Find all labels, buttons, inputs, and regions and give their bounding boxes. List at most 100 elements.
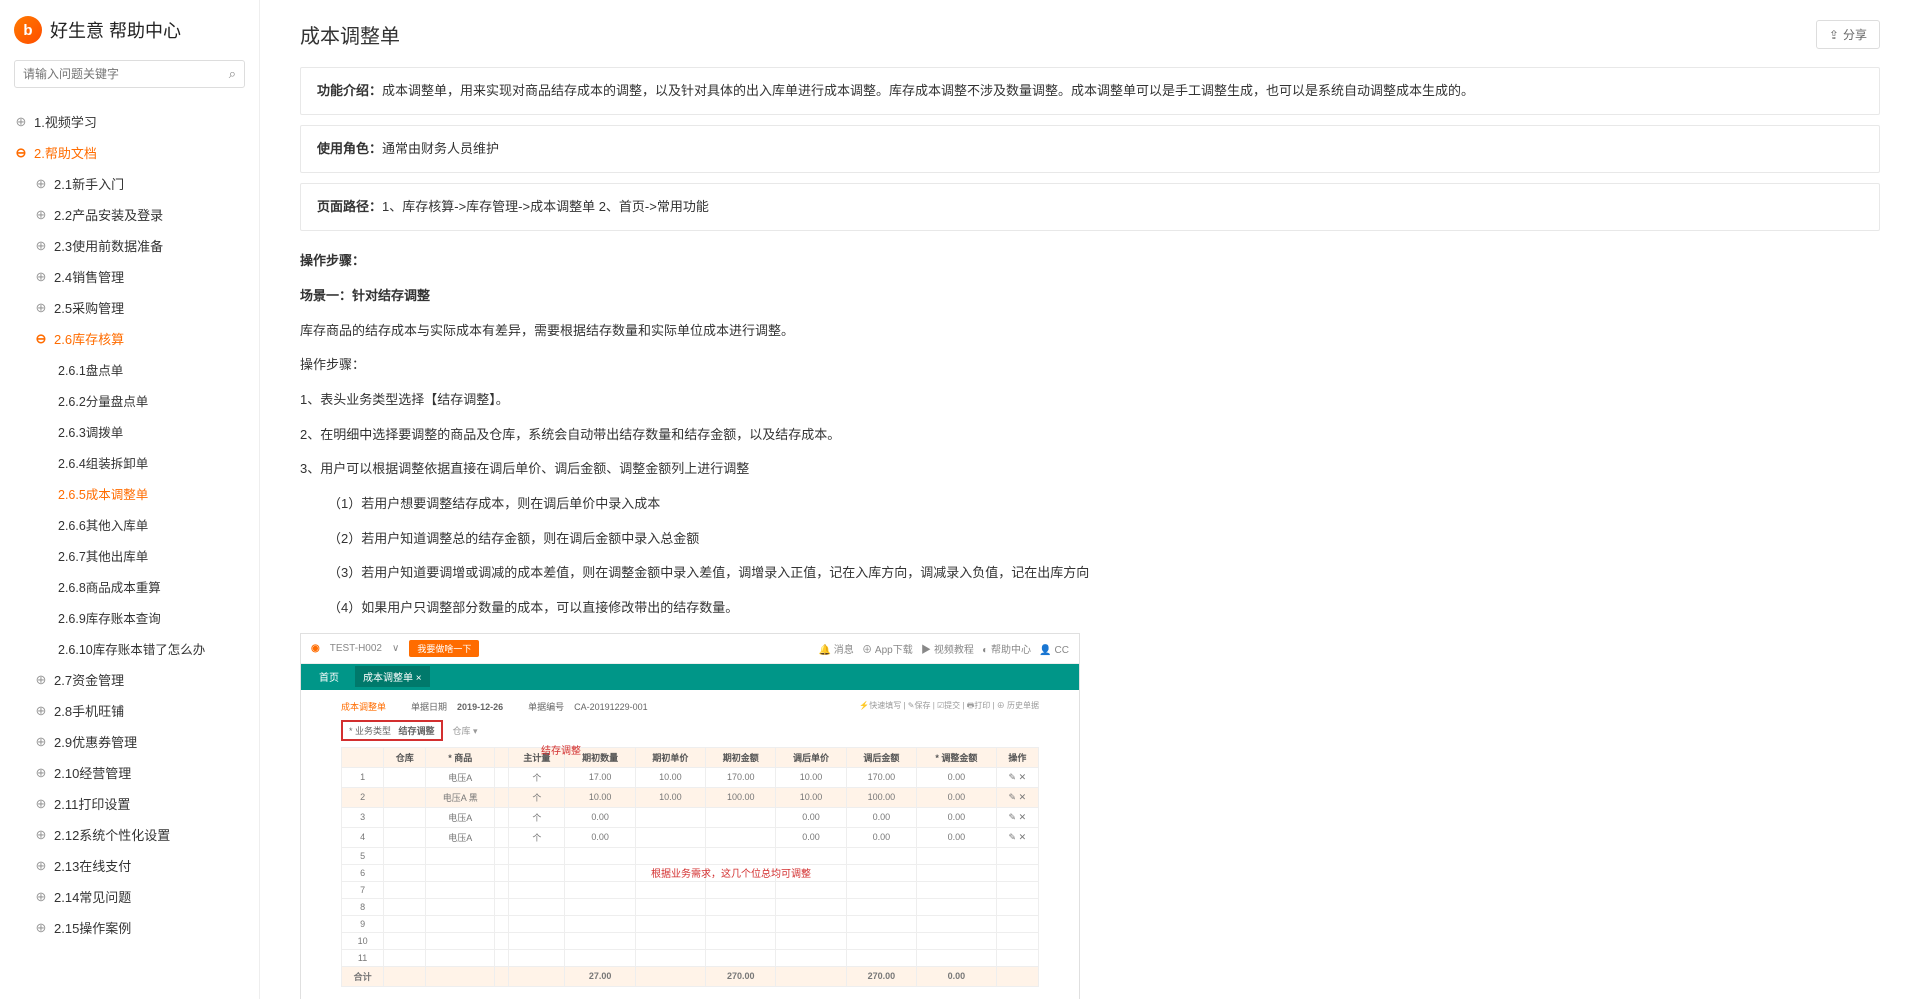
ss-topbar: ◉ TEST-H002 ∨ 我要做啥一下 🔔 消息 ⊕ App下载 ▶ 视频教程…: [301, 634, 1079, 664]
ss-code-val: CA-20191229-001: [574, 702, 648, 712]
nav-item-label: 1.视频学习: [34, 112, 97, 131]
nav-item[interactable]: ⊕2.1新手入门: [14, 168, 245, 199]
nav-item[interactable]: ⊕2.12系统个性化设置: [14, 819, 245, 850]
nav-item[interactable]: 2.6.6其他入库单: [14, 509, 245, 540]
expand-icon[interactable]: ⊕: [34, 673, 48, 687]
nav-item-label: 2.帮助文档: [34, 143, 97, 162]
nav-item[interactable]: ⊖2.6库存核算: [14, 323, 245, 354]
expand-icon[interactable]: ⊕: [34, 177, 48, 191]
nav-item[interactable]: ⊕ 2.14常见问题: [14, 881, 245, 912]
nav-item-label: 2.14常见问题: [54, 887, 131, 906]
step-3-2: （2）若用户知道调整总的结存金额，则在调后金额中录入总金额: [300, 527, 1880, 552]
nav-item[interactable]: ⊕ 2.13在线支付: [14, 850, 245, 881]
expand-icon[interactable]: ⊕: [34, 208, 48, 222]
expand-icon[interactable]: ⊕: [34, 301, 48, 315]
scene-heading: 场景一：针对结存调整: [300, 284, 1880, 309]
nav-item-label: 2.6.8商品成本重算: [58, 577, 161, 596]
step-3: 3、用户可以根据调整依据直接在调后单价、调后金额、调整金额列上进行调整: [300, 457, 1880, 482]
expand-icon[interactable]: ⊕: [34, 859, 48, 873]
collapse-icon[interactable]: ⊖: [14, 146, 28, 160]
nav-item-label: 2.9优惠券管理: [54, 732, 137, 751]
role-box: 使用角色：通常由财务人员维护: [300, 125, 1880, 173]
expand-icon[interactable]: ⊕: [34, 890, 48, 904]
intro-box: 功能介绍：成本调整单，用来实现对商品结存成本的调整，以及针对具体的出入库单进行成…: [300, 67, 1880, 115]
nav-tree: ⊕1.视频学习⊖2.帮助文档⊕2.1新手入门⊕2.2产品安装及登录⊕2.3使用前…: [14, 106, 245, 943]
ss-doc-title: 成本调整单: [341, 700, 386, 713]
nav-item[interactable]: ⊖ 2.帮助文档: [14, 137, 245, 168]
role-text: 通常由财务人员维护: [382, 141, 499, 156]
logo: b 好生意 帮助中心: [14, 16, 245, 44]
nav-item-label: 2.10经营管理: [54, 763, 131, 782]
nav-item[interactable]: 2.6.9库存账本查询: [14, 602, 245, 633]
nav-item-label: 2.6.2分量盘点单: [58, 391, 148, 410]
intro-label: 功能介绍：: [317, 83, 382, 98]
ss-tabs: 首页 成本调整单 ×: [301, 664, 1079, 690]
step-1: 1、表头业务类型选择【结存调整】。: [300, 388, 1880, 413]
share-label: 分享: [1843, 26, 1867, 43]
expand-icon[interactable]: ⊕: [34, 766, 48, 780]
nav-item-label: 2.3使用前数据准备: [54, 236, 163, 255]
nav-item-label: 2.2产品安装及登录: [54, 205, 163, 224]
expand-icon[interactable]: ⊕: [14, 115, 28, 129]
step-2: 2、在明细中选择要调整的商品及仓库，系统会自动带出结存数量和结存金额，以及结存成…: [300, 423, 1880, 448]
ops-label: 操作步骤：: [300, 353, 1880, 378]
nav-item[interactable]: 2.6.2分量盘点单: [14, 385, 245, 416]
collapse-icon[interactable]: ⊖: [34, 332, 48, 346]
ss-body: 成本调整单 单据日期 2019-12-26 单据编号 CA-20191229-0…: [301, 690, 1079, 999]
nav-item[interactable]: ⊕ 1.视频学习: [14, 106, 245, 137]
scene-desc: 库存商品的结存成本与实际成本有差异，需要根据结存数量和实际单位成本进行调整。: [300, 319, 1880, 344]
search-box[interactable]: ⌕: [14, 60, 245, 88]
path-label: 页面路径：: [317, 199, 382, 214]
ss-date-label: 单据日期: [411, 700, 447, 713]
nav-item[interactable]: 2.6.3调拨单: [14, 416, 245, 447]
nav-item[interactable]: 2.6.5成本调整单: [14, 478, 245, 509]
ss-company: TEST-H002: [330, 643, 382, 654]
role-label: 使用角色：: [317, 141, 382, 156]
ss-tab-doc: 成本调整单 ×: [355, 666, 430, 687]
search-icon[interactable]: ⌕: [229, 66, 236, 82]
expand-icon[interactable]: ⊕: [34, 735, 48, 749]
ss-code-label: 单据编号: [528, 700, 564, 713]
nav-item[interactable]: 2.6.4组装拆卸单: [14, 447, 245, 478]
nav-item[interactable]: ⊕ 2.10经营管理: [14, 757, 245, 788]
nav-item[interactable]: ⊕2.5采购管理: [14, 292, 245, 323]
nav-item-label: 2.6.9库存账本查询: [58, 608, 161, 627]
path-text: 1、库存核算->库存管理->成本调整单 2、首页->常用功能: [382, 199, 709, 214]
expand-icon[interactable]: ⊕: [34, 921, 48, 935]
nav-item[interactable]: ⊕ 2.9优惠券管理: [14, 726, 245, 757]
nav-item-label: 2.13在线支付: [54, 856, 131, 875]
content-section: 操作步骤： 场景一：针对结存调整 库存商品的结存成本与实际成本有差异，需要根据结…: [300, 249, 1880, 999]
nav-item-label: 2.15操作案例: [54, 918, 131, 937]
nav-item[interactable]: ⊕ 2.11打印设置: [14, 788, 245, 819]
ss-action-btn: 我要做啥一下: [409, 640, 479, 657]
nav-item[interactable]: ⊕ 2.8手机旺铺: [14, 695, 245, 726]
nav-item-label: 2.8手机旺铺: [54, 701, 124, 720]
expand-icon[interactable]: ⊕: [34, 828, 48, 842]
share-button[interactable]: ⇪ 分享: [1816, 20, 1880, 49]
step-3-1: （1）若用户想要调整结存成本，则在调后单价中录入成本: [300, 492, 1880, 517]
nav-item-label: 2.11打印设置: [54, 794, 130, 813]
ss-tab-home: 首页: [311, 666, 347, 687]
nav-item[interactable]: 2.6.1盘点单: [14, 354, 245, 385]
ss-biz-val: 结存调整: [399, 726, 435, 736]
expand-icon[interactable]: ⊕: [34, 239, 48, 253]
share-icon: ⇪: [1829, 28, 1839, 42]
nav-item[interactable]: ⊕ 2.2产品安装及登录: [14, 199, 245, 230]
header-row: 成本调整单 ⇪ 分享: [300, 20, 1880, 49]
search-input[interactable]: [23, 67, 229, 81]
nav-item[interactable]: ⊕2.7资金管理: [14, 664, 245, 695]
nav-item[interactable]: ⊕2.4销售管理: [14, 261, 245, 292]
step-3-4: （4）如果用户只调整部分数量的成本，可以直接修改带出的结存数量。: [300, 596, 1880, 621]
nav-item[interactable]: ⊕ 2.15操作案例: [14, 912, 245, 943]
nav-item[interactable]: 2.6.10库存账本错了怎么办: [14, 633, 245, 664]
nav-item-label: 2.6.1盘点单: [58, 360, 123, 379]
nav-item-label: 2.6.4组装拆卸单: [58, 453, 148, 472]
expand-icon[interactable]: ⊕: [34, 797, 48, 811]
expand-icon[interactable]: ⊕: [34, 704, 48, 718]
nav-item[interactable]: ⊕ 2.3使用前数据准备: [14, 230, 245, 261]
nav-item[interactable]: 2.6.7其他出库单: [14, 540, 245, 571]
expand-icon[interactable]: ⊕: [34, 270, 48, 284]
nav-item[interactable]: 2.6.8商品成本重算: [14, 571, 245, 602]
nav-item-label: 2.6.3调拨单: [58, 422, 123, 441]
ss-biz-label: * 业务类型: [349, 726, 391, 736]
